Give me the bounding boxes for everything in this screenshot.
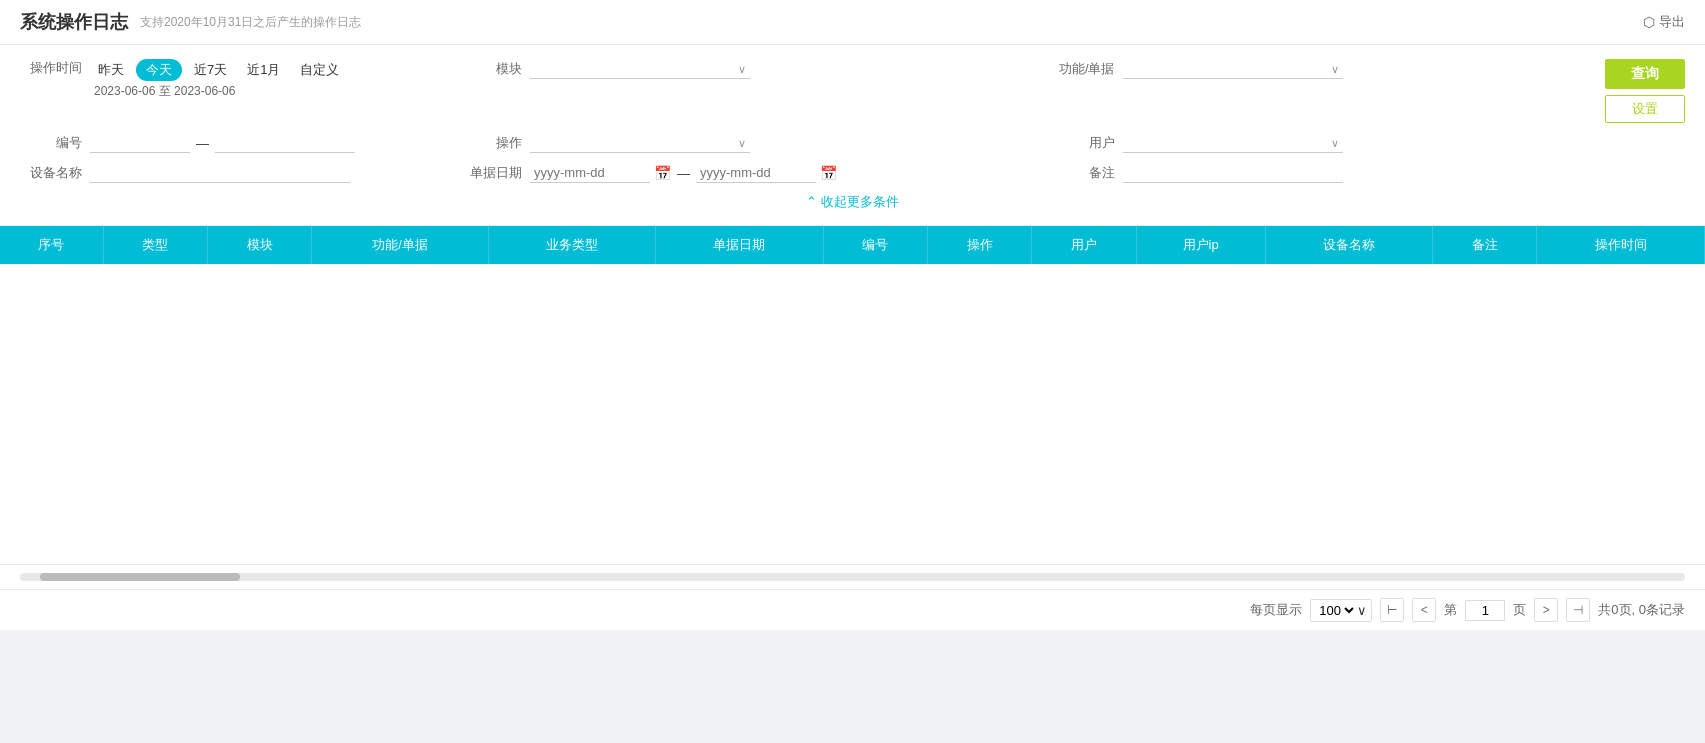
module-select-wrapper: ∨ [530,59,750,79]
table-col-操作: 操作 [927,226,1031,264]
per-page-chevron-icon: ∨ [1357,603,1367,618]
device-label: 设备名称 [20,164,90,182]
collapse-label: 收起更多条件 [821,194,899,209]
total-info: 共0页, 0条记录 [1598,601,1685,619]
table-col-用户: 用户 [1032,226,1136,264]
number-label: 编号 [20,134,90,152]
table-container: 序号类型模块功能/单据业务类型单据日期编号操作用户用户ip设备名称备注操作时间 [0,226,1705,564]
feature-input[interactable] [1123,59,1343,79]
last-page-button[interactable]: ⊣ [1566,598,1590,622]
operation-input[interactable] [530,133,750,153]
scrollbar-thumb[interactable] [40,573,240,581]
page-title: 系统操作日志 [20,10,128,34]
page-input[interactable]: 1 [1465,600,1505,621]
time-btn-7days[interactable]: 近7天 [186,59,235,81]
export-label: 导出 [1659,13,1685,31]
query-button[interactable]: 查询 [1605,59,1685,89]
number-to-input[interactable] [215,133,355,153]
user-input[interactable] [1123,133,1343,153]
doc-date-label: 单据日期 [460,164,530,182]
filter-area: 操作时间 昨天 今天 近7天 近1月 自定义 2023-06-06 至 2023… [0,45,1705,226]
empty-area [0,264,1705,564]
pagination: 每页显示 50 100 200 ∨ ⊢ < 第 1 页 > ⊣ 共0页, 0条记… [0,589,1705,630]
time-btn-1month[interactable]: 近1月 [239,59,288,81]
table-col-业务类型: 业务类型 [488,226,655,264]
date-dash: — [677,166,690,181]
doc-date-to-group: 📅 [696,163,837,183]
horizontal-scrollbar[interactable] [20,573,1685,581]
per-page-select[interactable]: 50 100 200 [1315,602,1357,619]
table-col-功能/单据: 功能/单据 [312,226,488,264]
data-table: 序号类型模块功能/单据业务类型单据日期编号操作用户用户ip设备名称备注操作时间 [0,226,1705,264]
time-btn-today[interactable]: 今天 [136,59,182,81]
per-page-select-wrapper: 50 100 200 ∨ [1310,599,1372,622]
page-suffix: 页 [1513,601,1526,619]
module-label: 模块 [460,60,530,78]
table-col-用户ip: 用户ip [1136,226,1265,264]
number-from-input[interactable] [90,133,190,153]
collapse-bar[interactable]: ⌃ 收起更多条件 [20,187,1685,215]
time-label: 操作时间 [20,59,90,77]
export-icon: ⬡ [1643,14,1655,30]
table-col-设备名称: 设备名称 [1265,226,1432,264]
settings-button[interactable]: 设置 [1605,95,1685,123]
user-select-wrapper: ∨ [1123,133,1343,153]
operation-label: 操作 [460,134,530,152]
table-col-类型: 类型 [103,226,207,264]
page-header: 系统操作日志 支持2020年10月31日之后产生的操作日志 ⬡ 导出 [0,0,1705,45]
next-page-button[interactable]: > [1534,598,1558,622]
table-col-备注: 备注 [1433,226,1537,264]
time-btn-yesterday[interactable]: 昨天 [90,59,132,81]
table-col-模块: 模块 [208,226,312,264]
doc-date-from-input[interactable] [530,163,650,183]
doc-date-from-group: 📅 [530,163,671,183]
action-buttons: 查询 设置 [1605,59,1685,123]
time-btn-custom[interactable]: 自定义 [292,59,347,81]
time-selector: 昨天 今天 近7天 近1月 自定义 2023-06-06 至 2023-06-0… [90,59,347,100]
table-col-单据日期: 单据日期 [656,226,823,264]
calendar-from-icon[interactable]: 📅 [654,165,671,181]
export-button[interactable]: ⬡ 导出 [1643,13,1685,31]
page-subtitle: 支持2020年10月31日之后产生的操作日志 [140,14,361,31]
table-col-操作时间: 操作时间 [1537,226,1705,264]
feature-label: 功能/单据 [1053,60,1123,78]
number-dash: — [196,136,209,151]
table-col-序号: 序号 [0,226,103,264]
table-col-编号: 编号 [823,226,927,264]
calendar-to-icon[interactable]: 📅 [820,165,837,181]
page-label: 第 [1444,601,1457,619]
operation-select-wrapper: ∨ [530,133,750,153]
table-header-row: 序号类型模块功能/单据业务类型单据日期编号操作用户用户ip设备名称备注操作时间 [0,226,1705,264]
per-page-label: 每页显示 [1250,601,1302,619]
module-input[interactable] [530,59,750,79]
user-label: 用户 [1053,134,1123,152]
device-input[interactable] [90,163,350,183]
first-page-button[interactable]: ⊢ [1380,598,1404,622]
prev-page-button[interactable]: < [1412,598,1436,622]
time-range-display: 2023-06-06 至 2023-06-06 [94,83,347,100]
collapse-icon: ⌃ [806,194,817,209]
feature-select-wrapper: ∨ [1123,59,1343,79]
scrollbar-area[interactable] [0,564,1705,589]
doc-date-to-input[interactable] [696,163,816,183]
remark-input[interactable] [1123,163,1343,183]
remark-label: 备注 [1053,164,1123,182]
